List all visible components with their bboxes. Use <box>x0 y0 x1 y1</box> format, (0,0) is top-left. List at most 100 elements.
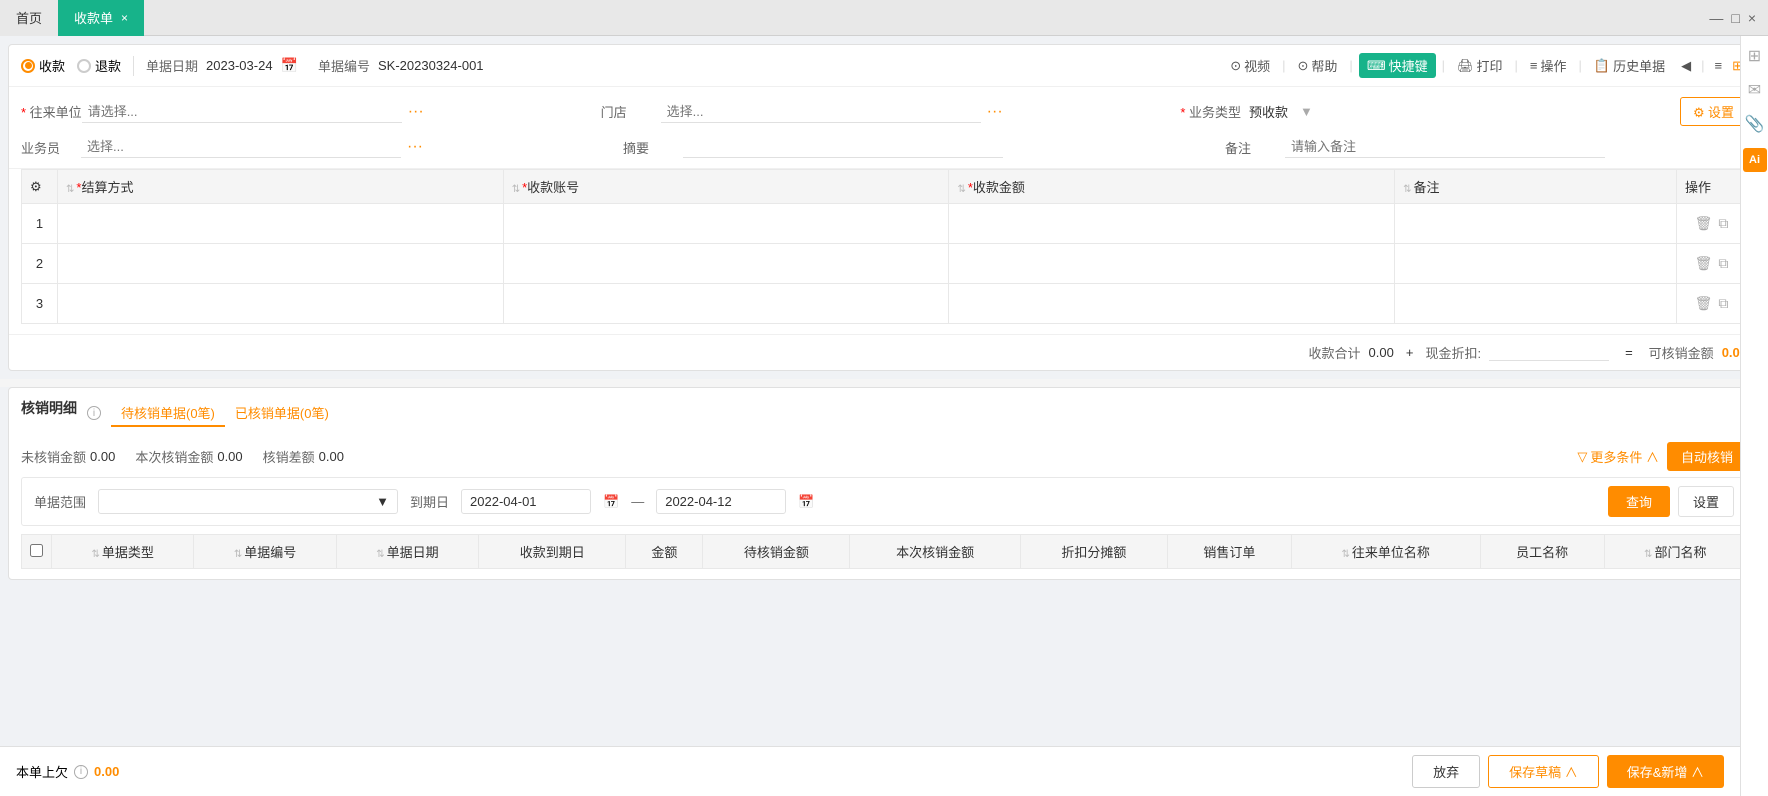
tab-home[interactable]: 首页 <box>0 0 58 36</box>
date-from-input[interactable] <box>461 489 591 514</box>
col-settings[interactable]: ⚙ <box>22 170 58 204</box>
remark-input[interactable] <box>1285 136 1605 158</box>
row-3-actions: 🗑 ⧉ <box>1677 284 1747 324</box>
tab-verified[interactable]: 已核销单据(0笔) <box>225 400 339 427</box>
row-2-amount[interactable] <box>949 244 1395 284</box>
sidebar-attachment-icon[interactable]: 📎 <box>1745 114 1765 134</box>
row-1-amount[interactable] <box>949 204 1395 244</box>
divider-6: | <box>1579 58 1582 73</box>
verification-toolbar: ▽ 更多条件 ∧ 自动核销 <box>1577 436 1747 477</box>
row-2-account[interactable] <box>503 244 949 284</box>
row-3-remark[interactable] <box>1395 284 1677 324</box>
row-2-remark[interactable] <box>1395 244 1677 284</box>
verification-info-icon[interactable]: i <box>87 406 101 420</box>
footer-info-icon[interactable]: i <box>74 765 88 779</box>
tab-close-icon[interactable]: × <box>121 11 128 25</box>
col-amount: ⇅*收款金额 <box>949 170 1395 204</box>
discard-btn[interactable]: 放弃 <box>1412 755 1480 788</box>
col-pending-amount: 待核销金额 <box>703 535 850 569</box>
row-3-account[interactable] <box>503 284 949 324</box>
summary-group: 摘要 <box>623 136 1145 158</box>
calendar-icon[interactable]: 📅 <box>281 57 298 74</box>
cal-from-icon[interactable]: 📅 <box>603 494 619 510</box>
row-1-account[interactable] <box>503 204 949 244</box>
receipt-table: ⚙ ⇅*结算方式 ⇅*收款账号 ⇅*收款金额 ⇅备注 操作 1 <box>21 169 1747 324</box>
window-maximize[interactable]: □ <box>1731 10 1739 26</box>
toolbar-shortcut[interactable]: ⌨ 快捷键 <box>1359 53 1436 78</box>
tab-pending[interactable]: 待核销单据(0笔) <box>111 400 225 427</box>
row-3-payment[interactable] <box>58 284 504 324</box>
store-more[interactable]: ··· <box>981 103 1009 121</box>
tab-current[interactable]: 收款单 × <box>58 0 144 36</box>
row-2-payment[interactable] <box>58 244 504 284</box>
col-current-amount: 本次核销金额 <box>850 535 1020 569</box>
counterpart-input[interactable] <box>82 101 402 123</box>
row-1-remark[interactable] <box>1395 204 1677 244</box>
stat-current: 本次核销金额 0.00 <box>135 447 242 466</box>
store-input[interactable] <box>661 101 981 123</box>
auto-verify-btn[interactable]: 自动核销 <box>1667 442 1747 471</box>
tab-bar: 首页 收款单 × — □ × <box>0 0 1768 36</box>
summary-input[interactable] <box>683 136 1003 158</box>
salesman-input[interactable] <box>81 136 401 158</box>
save-new-btn[interactable]: 保存&新增 ∧ <box>1607 755 1724 788</box>
sidebar-ai-icon[interactable]: Ai <box>1743 148 1767 172</box>
more-conditions-btn[interactable]: ▽ 更多条件 ∧ <box>1577 447 1659 466</box>
dropdown-icon[interactable]: ▼ <box>1300 104 1313 119</box>
sidebar-mail-icon[interactable]: ✉ <box>1748 80 1761 100</box>
row-1-payment[interactable] <box>58 204 504 244</box>
col-doc-no: ⇅单据编号 <box>194 535 336 569</box>
radio-refund-circle <box>77 59 91 73</box>
cal-to-icon[interactable]: 📅 <box>798 494 814 510</box>
date-to-input[interactable] <box>656 489 786 514</box>
col-amount: 金额 <box>626 535 703 569</box>
toolbar-history[interactable]: 📋 历史单据 <box>1588 54 1671 77</box>
row-1-delete[interactable]: 🗑 <box>1695 215 1713 232</box>
row-3-delete[interactable]: 🗑 <box>1695 295 1713 312</box>
row-3-amount[interactable] <box>949 284 1395 324</box>
filter-settings-btn[interactable]: 设置 <box>1678 486 1734 517</box>
nav-left[interactable]: ◀ <box>1677 56 1695 76</box>
nav-arrows: ◀ | ≡ ⊞ <box>1677 56 1747 76</box>
range-label: 单据范围 <box>34 492 86 511</box>
discount-input[interactable] <box>1489 345 1609 361</box>
query-btn[interactable]: 查询 <box>1608 486 1670 517</box>
filter-row: 单据范围 ▼ 到期日 📅 — 📅 查询 设置 <box>21 477 1747 526</box>
range-select[interactable]: ▼ <box>98 489 398 514</box>
draft-btn[interactable]: 保存草稿 ∧ <box>1488 755 1599 788</box>
toolbar-help[interactable]: ⊙ 帮助 <box>1292 54 1344 77</box>
form-toolbar: ⊙ 视频 | ⊙ 帮助 | ⌨ 快捷键 | 🖨 <box>1224 53 1747 78</box>
radio-receipt-label: 收款 <box>39 56 65 75</box>
radio-receipt[interactable]: 收款 <box>21 56 65 75</box>
total-value: 0.00 <box>1369 345 1394 360</box>
nav-list[interactable]: ≡ <box>1711 56 1727 76</box>
sidebar-table-icon[interactable]: ⊞ <box>1748 46 1761 66</box>
window-close[interactable]: × <box>1748 10 1756 26</box>
total-label: 收款合计 <box>1309 343 1361 362</box>
select-all-checkbox[interactable] <box>30 544 43 557</box>
radio-receipt-circle <box>21 59 35 73</box>
settings-button[interactable]: ⚙ 设置 <box>1680 97 1747 126</box>
ops-icon: ≡ <box>1530 58 1538 73</box>
salesman-more[interactable]: ··· <box>401 138 429 156</box>
toolbar-operations[interactable]: ≡ 操作 <box>1524 54 1573 77</box>
toolbar-print[interactable]: 🖨 打印 <box>1451 54 1509 77</box>
row-3-copy[interactable]: ⧉ <box>1718 295 1728 312</box>
form-fields: 往来单位 ··· 门店 ··· 业务类型 预收款 ▼ <box>9 87 1759 169</box>
counterpart-more[interactable]: ··· <box>402 103 430 121</box>
window-minimize[interactable]: — <box>1709 10 1723 26</box>
result-label: 可核销金额 <box>1649 343 1714 362</box>
row-num-2: 2 <box>22 244 58 284</box>
due-date-label: 到期日 <box>410 492 449 511</box>
col-sales-order: 销售订单 <box>1167 535 1291 569</box>
toolbar-video[interactable]: ⊙ 视频 <box>1224 54 1276 77</box>
row-2-delete[interactable]: 🗑 <box>1695 255 1713 272</box>
col-check[interactable] <box>22 535 52 569</box>
summary-row: 收款合计 0.00 + 现金折扣: = 可核销金额 0.00 <box>9 334 1759 370</box>
row-1-copy[interactable]: ⧉ <box>1718 215 1728 232</box>
row-2-copy[interactable]: ⧉ <box>1718 255 1728 272</box>
keyboard-icon: ⌨ <box>1367 58 1386 74</box>
col-remark: ⇅备注 <box>1395 170 1677 204</box>
radio-refund[interactable]: 退款 <box>77 56 121 75</box>
history-icon: 📋 <box>1594 58 1610 74</box>
